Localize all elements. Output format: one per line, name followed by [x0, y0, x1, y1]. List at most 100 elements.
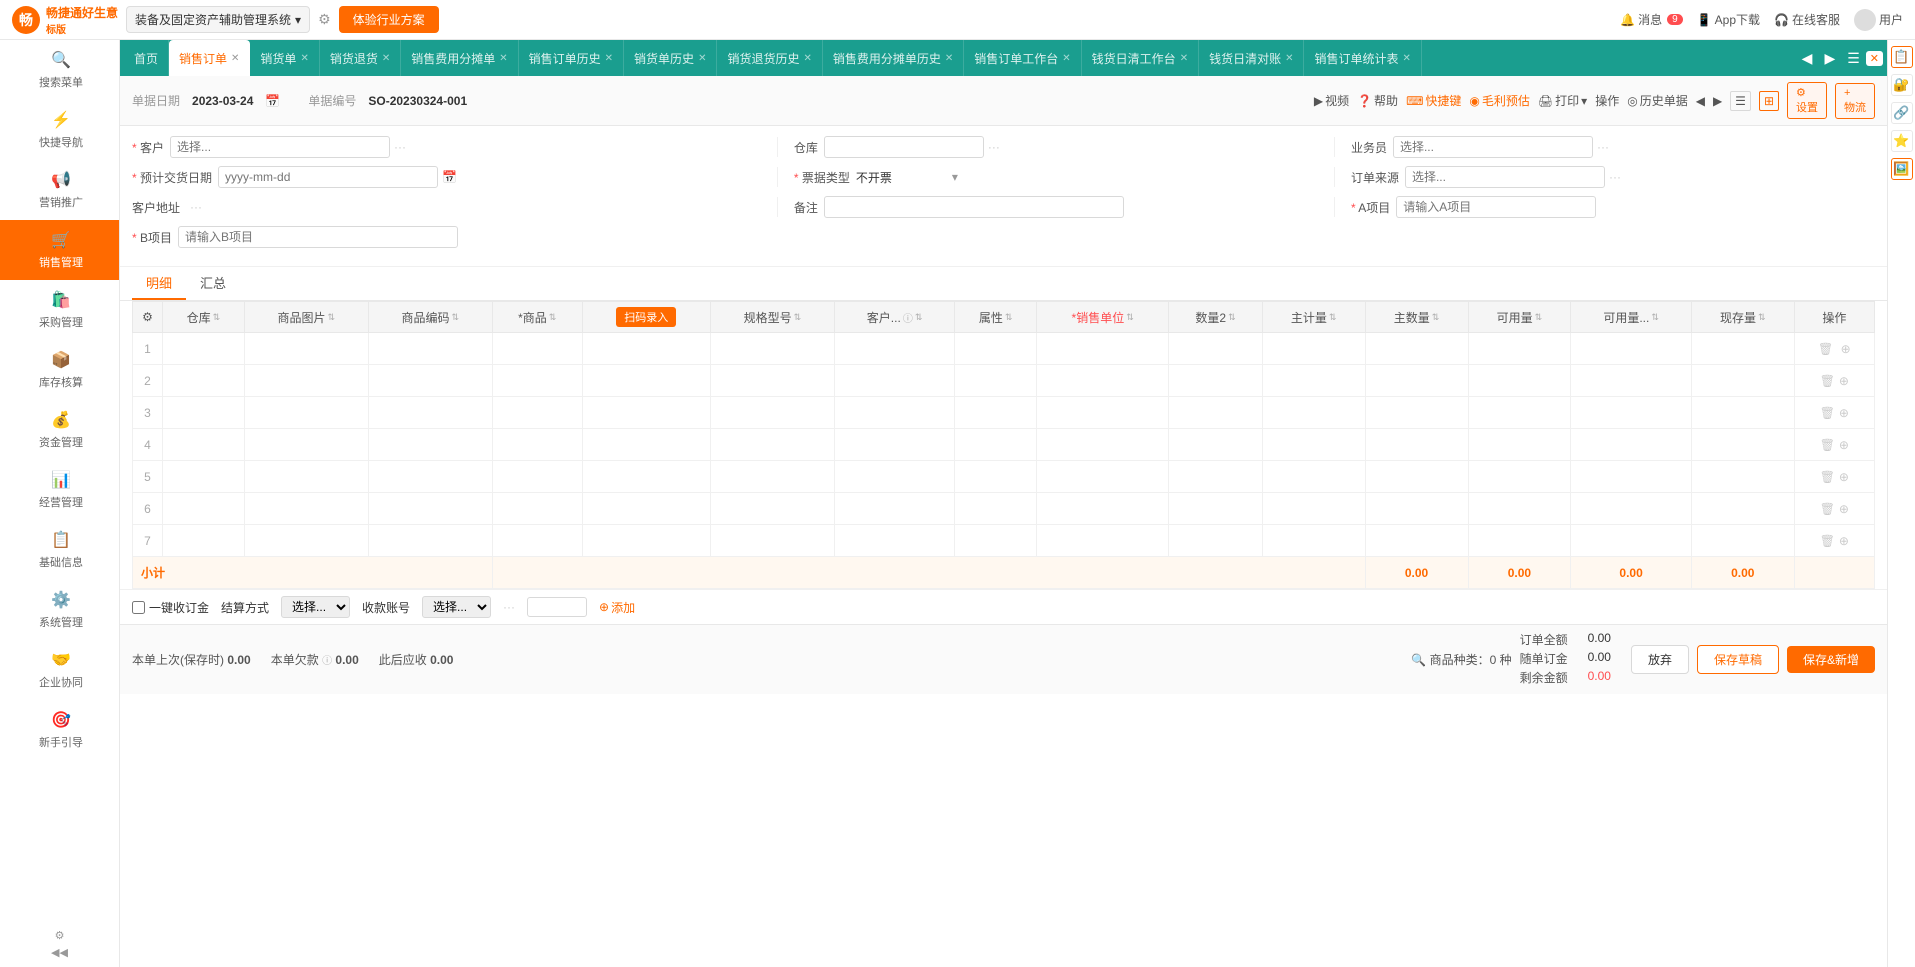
cell-main-qty[interactable]: [1365, 397, 1468, 429]
cell-available2[interactable]: [1571, 525, 1691, 557]
gear-icon[interactable]: ⚙: [318, 11, 331, 28]
cell-current[interactable]: [1691, 525, 1794, 557]
save-new-button[interactable]: 保存&新增: [1787, 646, 1875, 673]
cell-attr[interactable]: [955, 525, 1037, 557]
tab-close-icon[interactable]: ✕: [499, 53, 507, 64]
tab-invoice-history[interactable]: 销货单历史 ✕: [624, 40, 717, 76]
nav-prev-icon[interactable]: ◀: [1696, 94, 1705, 108]
col-available[interactable]: 可用量⇅: [1468, 302, 1571, 333]
cell-code[interactable]: [368, 525, 492, 557]
cell-scan[interactable]: [582, 397, 710, 429]
cell-main-unit[interactable]: [1262, 525, 1365, 557]
cell-available2[interactable]: [1571, 429, 1691, 461]
cell-code[interactable]: [368, 365, 492, 397]
cell-spec[interactable]: [710, 365, 834, 397]
salesperson-input[interactable]: [1393, 136, 1593, 158]
cell-available[interactable]: [1468, 461, 1571, 493]
cell-spec[interactable]: [710, 397, 834, 429]
date-value[interactable]: 2023-03-24: [192, 94, 253, 108]
cell-attr[interactable]: [955, 333, 1037, 365]
order-source-dots[interactable]: ···: [1609, 170, 1621, 184]
delivery-date-input[interactable]: [218, 166, 438, 188]
copy-icon[interactable]: ⊕: [1839, 438, 1849, 452]
customer-input[interactable]: [170, 136, 390, 158]
cell-available2[interactable]: [1571, 493, 1691, 525]
cell-qty2[interactable]: [1169, 365, 1263, 397]
cell-product[interactable]: [492, 429, 582, 461]
col-main-qty[interactable]: 主数量⇅: [1365, 302, 1468, 333]
cell-action[interactable]: 🗑⊕: [1794, 397, 1874, 429]
cell-current[interactable]: [1691, 365, 1794, 397]
copy-icon[interactable]: ⊕: [1839, 470, 1849, 484]
salesperson-dots[interactable]: ···: [1597, 140, 1609, 154]
cell-scan[interactable]: [582, 525, 710, 557]
cell-unit[interactable]: [1037, 397, 1169, 429]
cell-product[interactable]: [492, 397, 582, 429]
sidebar-item-basics[interactable]: 📋 基础信息: [0, 520, 119, 580]
cell-main-unit[interactable]: [1262, 333, 1365, 365]
cell-customer-code[interactable]: [834, 397, 954, 429]
tab-close-icon[interactable]: ✕: [231, 53, 239, 64]
cell-main-qty[interactable]: [1365, 365, 1468, 397]
cell-product[interactable]: [492, 525, 582, 557]
add-logistics-btn[interactable]: + 物流: [1835, 83, 1875, 119]
cell-action[interactable]: 🗑⊕: [1794, 365, 1874, 397]
cell-main-unit[interactable]: [1262, 493, 1365, 525]
list-view-icon[interactable]: ☰: [1730, 91, 1751, 111]
cell-customer-code[interactable]: [834, 333, 954, 365]
tab-close-icon[interactable]: ✕: [1403, 53, 1411, 64]
col-attr[interactable]: 属性⇅: [955, 302, 1037, 333]
right-panel-icon-4[interactable]: ⭐: [1891, 130, 1913, 152]
cell-main-unit[interactable]: [1262, 365, 1365, 397]
cell-spec[interactable]: [710, 333, 834, 365]
cell-main-qty[interactable]: [1365, 429, 1468, 461]
right-panel-icon-3[interactable]: 🔗: [1891, 102, 1913, 124]
address-dots[interactable]: ···: [190, 200, 202, 214]
dots-icon[interactable]: ···: [503, 600, 515, 614]
shortcut-btn[interactable]: ⌨ 快捷键: [1406, 92, 1461, 109]
app-download-btn[interactable]: 📱 App下载: [1697, 11, 1760, 28]
save-draft-button[interactable]: 保存草稿: [1697, 645, 1779, 674]
customer-dots[interactable]: ···: [394, 140, 406, 154]
cell-product[interactable]: [492, 461, 582, 493]
sidebar-item-marketing[interactable]: 📢 营销推广: [0, 160, 119, 220]
delete-icon[interactable]: 🗑: [1820, 406, 1835, 420]
cell-attr[interactable]: [955, 493, 1037, 525]
print-btn[interactable]: 🖨 打印 ▾: [1538, 92, 1587, 109]
cell-unit[interactable]: [1037, 429, 1169, 461]
quick-confirm-checkbox[interactable]: 一键收订金: [132, 599, 209, 616]
delete-icon[interactable]: 🗑: [1820, 374, 1835, 388]
cell-unit[interactable]: [1037, 493, 1169, 525]
sidebar-collapse-btn[interactable]: ◀◀: [51, 946, 68, 959]
delete-icon[interactable]: 🗑: [1820, 502, 1835, 516]
cell-customer-code[interactable]: [834, 525, 954, 557]
cell-code[interactable]: [368, 397, 492, 429]
tab-sales-return[interactable]: 销货退货 ✕: [320, 40, 401, 76]
tab-order-stats[interactable]: 销售订单统计表 ✕: [1304, 40, 1421, 76]
settings-panel-btn[interactable]: ⚙ 设置: [1787, 82, 1827, 119]
sidebar-item-system[interactable]: ⚙️ 系统管理: [0, 580, 119, 640]
col-product[interactable]: *商品⇅: [492, 302, 582, 333]
cell-product[interactable]: [492, 333, 582, 365]
cell-available[interactable]: [1468, 525, 1571, 557]
tab-menu-btn[interactable]: ☰: [1841, 50, 1866, 67]
cell-warehouse[interactable]: [163, 397, 245, 429]
profit-btn[interactable]: ◉ 毛利预估: [1469, 92, 1530, 109]
cell-unit[interactable]: [1037, 333, 1169, 365]
cell-main-unit[interactable]: [1262, 461, 1365, 493]
cell-warehouse[interactable]: [163, 461, 245, 493]
cell-qty2[interactable]: [1169, 525, 1263, 557]
cell-unit[interactable]: [1037, 365, 1169, 397]
cell-scan[interactable]: [582, 333, 710, 365]
b-project-input[interactable]: [178, 226, 458, 248]
cell-main-qty[interactable]: [1365, 525, 1468, 557]
sidebar-item-inventory[interactable]: 📦 库存核算: [0, 340, 119, 400]
cell-main-unit[interactable]: [1262, 397, 1365, 429]
col-spec[interactable]: 规格型号⇅: [710, 302, 834, 333]
quick-confirm-input[interactable]: [132, 601, 145, 614]
col-warehouse[interactable]: 仓库⇅: [163, 302, 245, 333]
right-panel-icon-2[interactable]: 🔐: [1891, 74, 1913, 96]
cell-attr[interactable]: [955, 461, 1037, 493]
cell-spec[interactable]: [710, 525, 834, 557]
sidebar-item-sales[interactable]: 🛒 销售管理: [0, 220, 119, 280]
